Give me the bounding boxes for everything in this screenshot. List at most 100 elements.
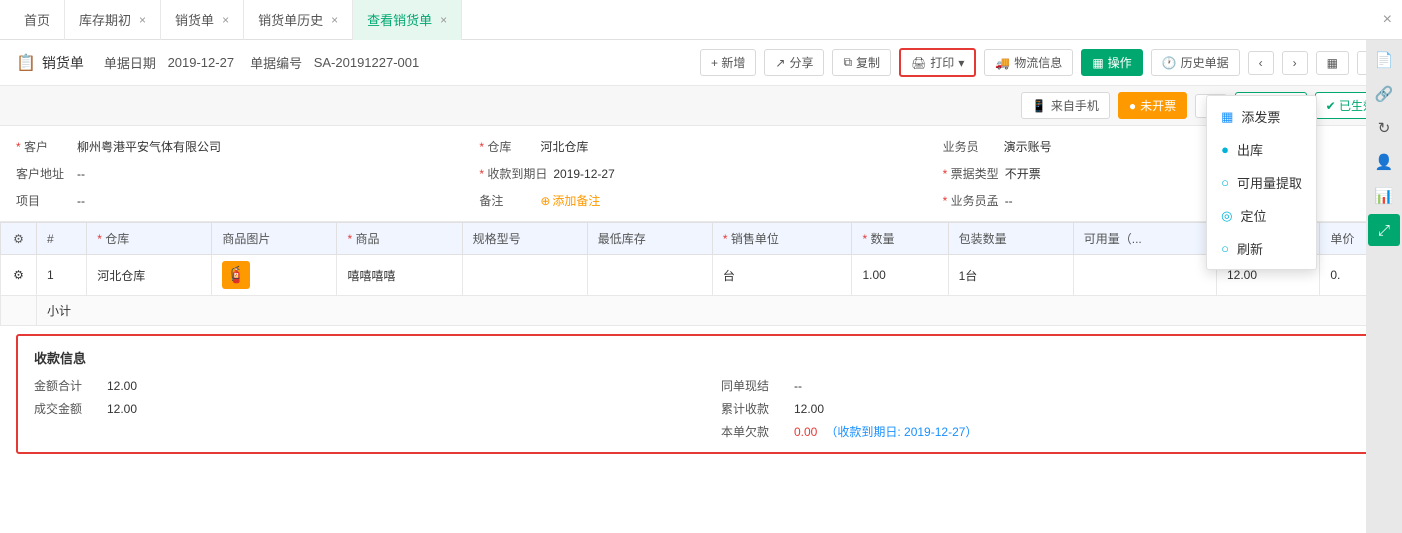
row-available [1073,255,1216,296]
sidebar-doc-icon[interactable]: 📄 [1368,44,1400,76]
salesman-value: -- [1005,194,1386,208]
owed-due-note: （收款到期日: 2019-12-27） [825,423,977,440]
phone-icon: 📱 [1032,99,1047,113]
row-product: 嘻嘻嘻嘻 [337,255,462,296]
table-section: ⚙ # 仓库 商品图片 商品 规格型号 最低库存 销售单位 数量 包装数量 可用… [0,222,1402,326]
not-opened-button[interactable]: ● 未开票 [1118,92,1187,119]
add-invoice-item[interactable]: ▦ 添发票 [1207,100,1316,133]
outbound-label: 出库 [1237,140,1263,159]
tab-sales-history-close[interactable]: × [331,13,338,27]
total-row: 金额合计 12.00 [34,377,681,394]
effective-icon: ✔ [1326,99,1336,113]
refresh-label: 刷新 [1237,239,1263,258]
outbound-item[interactable]: ● 出库 [1207,133,1316,166]
form-section: 客户 柳州粤港平安气体有限公司 仓库 河北仓库 业务员 演示账号 客户地址 --… [0,126,1402,222]
tab-sales[interactable]: 销货单 × [161,0,244,40]
ticket-label: 票据类型 [943,165,999,182]
locate-item[interactable]: ◎ 定位 [1207,199,1316,232]
window-close[interactable]: × [1383,11,1392,29]
share-button[interactable]: ↗ 分享 [764,49,824,76]
payment-grid: 金额合计 12.00 成交金额 12.00 同单现结 -- 累计收款 [34,377,1368,440]
tab-view-sales[interactable]: 查看销货单 × [353,0,462,40]
copy-button[interactable]: ⧉ 复制 [832,49,891,76]
total-value: 12.00 [107,379,137,393]
tab-inventory-close[interactable]: × [139,13,146,27]
sidebar-chart-icon[interactable]: 📊 [1368,180,1400,212]
col-gear[interactable]: ⚙ [1,223,37,255]
doc-header: 📋 销货单 单据日期 2019-12-27 单据编号 SA-20191227-0… [0,40,1402,86]
payment-left: 金额合计 12.00 成交金额 12.00 [34,377,681,440]
from-phone-button[interactable]: 📱 来自手机 [1021,92,1110,119]
warehouse-value: 河北仓库 [540,138,922,155]
doc-meta: 单据日期 2019-12-27 单据编号 SA-20191227-001 [104,53,419,72]
subtotal-row: 小计 [1,296,1402,326]
payment-panel: 收款信息 金额合计 12.00 成交金额 12.00 同单现结 -- [16,334,1386,454]
due-date-value: 2019-12-27 [553,167,922,181]
available-icon: ○ [1221,175,1229,190]
col-product: 商品 [337,223,462,255]
tab-inventory[interactable]: 库存期初 × [65,0,161,40]
operations-button[interactable]: ▦ 操作 [1081,49,1142,76]
customer-label: 客户 [16,138,71,155]
due-date-label: 收款到期日 [479,165,547,182]
doc-date-value: 2019-12-27 [168,55,235,70]
tab-home[interactable]: 首页 [10,0,65,40]
refresh-item[interactable]: ○ 刷新 [1207,232,1316,265]
tab-view-sales-label: 查看销货单 [367,10,432,29]
transaction-row: 成交金额 12.00 [34,400,681,417]
logistics-button[interactable]: 🚚 物流信息 [984,49,1073,76]
tab-view-sales-close[interactable]: × [440,13,447,27]
total-label: 金额合计 [34,377,99,394]
payment-title: 收款信息 [34,348,1368,367]
outbound-icon: ● [1221,142,1229,157]
sidebar-user-icon[interactable]: 👤 [1368,146,1400,178]
col-warehouse: 仓库 [87,223,212,255]
row-quantity: 1.00 [852,255,948,296]
table-header-row: ⚙ # 仓库 商品图片 商品 规格型号 最低库存 销售单位 数量 包装数量 可用… [1,223,1402,255]
operations-icon: ▦ [1092,56,1103,70]
print-button[interactable]: 🖨 打印 ▾ [899,48,976,77]
customer-field: 客户 柳州粤港平安气体有限公司 [16,138,459,155]
ticket-value: 不开票 [1005,165,1386,182]
address-value: -- [77,167,459,181]
row-num: 1 [37,255,87,296]
row-product-img: 🧯 [212,255,337,296]
col-product-img: 商品图片 [212,223,337,255]
doc-actions: + 新增 ↗ 分享 ⧉ 复制 🖨 打印 ▾ 🚚 物流信息 [700,48,1386,77]
subtotal-label: 小计 [37,296,1402,326]
history-button[interactable]: 🕐 历史单据 [1151,49,1240,76]
print-icon: 🖨 [911,56,926,70]
address-label: 客户地址 [16,165,71,182]
col-num: # [37,223,87,255]
subtotal-gear [1,296,37,326]
right-sidebar: 📄 🔗 ↻ 👤 📊 ⤢ [1366,40,1402,533]
add-invoice-label: 添发票 [1241,107,1280,126]
tab-sales-history[interactable]: 销货单历史 × [244,0,353,40]
doc-number-value: SA-20191227-001 [314,55,420,70]
staff-label: 业务员 [943,138,998,155]
add-note-button[interactable]: ⊕ 添加备注 [540,192,600,209]
row-warehouse: 河北仓库 [87,255,212,296]
sidebar-expand-icon[interactable]: ⤢ [1368,214,1400,246]
sidebar-refresh-icon[interactable]: ↻ [1368,112,1400,144]
available-extract-item[interactable]: ○ 可用量提取 [1207,166,1316,199]
warehouse-label: 仓库 [479,138,534,155]
col-pack-qty: 包装数量 [948,223,1073,255]
new-button[interactable]: + 新增 [700,49,756,76]
sidebar-link-icon[interactable]: 🔗 [1368,78,1400,110]
prev-button[interactable]: ‹ [1248,51,1274,75]
warehouse-field: 仓库 河北仓库 [479,138,922,155]
add-invoice-icon: ▦ [1221,109,1233,125]
owed-row: 本单欠款 0.00 （收款到期日: 2019-12-27） [721,423,1368,440]
data-table: ⚙ # 仓库 商品图片 商品 规格型号 最低库存 销售单位 数量 包装数量 可用… [0,222,1402,326]
owed-label: 本单欠款 [721,423,786,440]
col-unit: 销售单位 [712,223,852,255]
grid-view-button[interactable]: ▦ [1316,51,1349,75]
col-min-stock: 最低库存 [587,223,712,255]
locate-label: 定位 [1240,206,1266,225]
tab-home-label: 首页 [24,10,50,29]
next-button[interactable]: › [1282,51,1308,75]
note-field: 备注 ⊕ 添加备注 [479,192,922,209]
tab-sales-close[interactable]: × [222,13,229,27]
row-gear[interactable]: ⚙ [1,255,37,296]
